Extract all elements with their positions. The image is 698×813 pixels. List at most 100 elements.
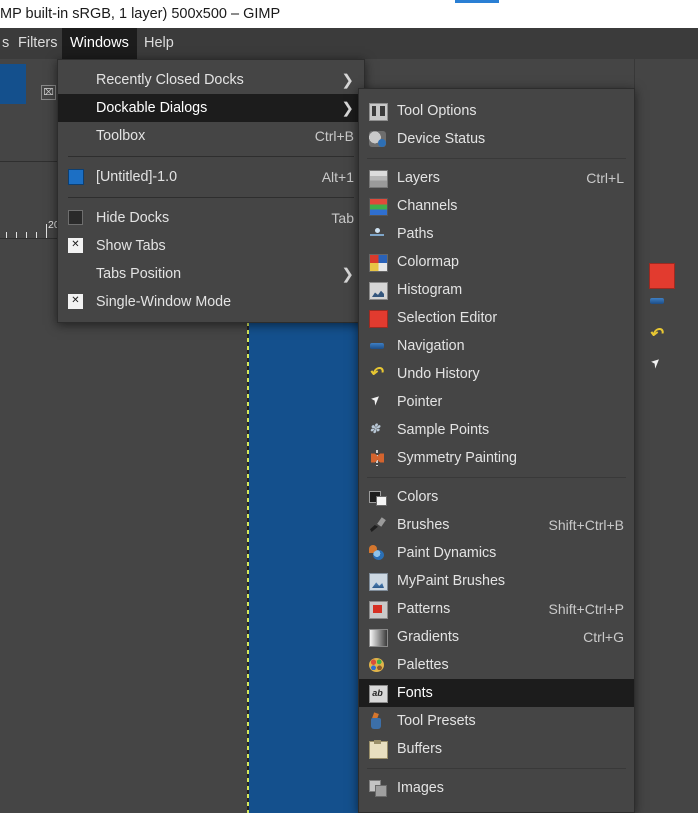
submenu-item-label: Undo History	[397, 366, 480, 382]
submenu-item-palettes[interactable]: Palettes	[359, 651, 634, 679]
submenu-item-patterns[interactable]: Patterns Shift+Ctrl+P	[359, 595, 634, 623]
undo-history-icon[interactable]	[649, 324, 675, 353]
menubar-item-filters[interactable]: Filters	[10, 28, 65, 59]
titlebar-accent-strip	[455, 0, 499, 3]
window-titlebar: MP built-in sRGB, 1 layer) 500x500 – GIM…	[0, 0, 698, 28]
submenu-item-label: Palettes	[397, 657, 449, 673]
menu-item-toolbox[interactable]: Toolbox Ctrl+B	[58, 122, 364, 150]
navigation-icon	[369, 338, 387, 354]
menu-item-label: Dockable Dialogs	[96, 100, 208, 116]
submenu-item-brushes[interactable]: Brushes Shift+Ctrl+B	[359, 511, 634, 539]
submenu-item-label: Images	[397, 780, 444, 796]
menu-item-label: Toolbox	[96, 128, 146, 144]
submenu-separator	[367, 477, 626, 478]
submenu-item-tool-presets[interactable]: Tool Presets	[359, 707, 634, 735]
submenu-item-device-status[interactable]: Device Status	[359, 125, 634, 153]
menu-item-shortcut: Alt+1	[321, 169, 354, 185]
buffers-icon	[369, 740, 388, 759]
menu-item-untitled-image[interactable]: [Untitled]-1.0 Alt+1	[58, 163, 364, 191]
submenu-item-label: Sample Points	[397, 422, 490, 438]
submenu-item-label: Buffers	[397, 741, 443, 757]
colormap-icon	[369, 254, 388, 272]
submenu-item-undo-history[interactable]: Undo History	[359, 360, 634, 388]
menubar-item-help[interactable]: Help	[136, 28, 182, 59]
submenu-item-layers[interactable]: Layers Ctrl+L	[359, 164, 634, 192]
submenu-item-label: Tool Options	[397, 103, 477, 119]
window-title: MP built-in sRGB, 1 layer) 500x500 – GIM…	[0, 6, 281, 22]
submenu-item-label: Selection Editor	[397, 310, 498, 326]
submenu-item-label: Tool Presets	[397, 713, 476, 729]
menu-separator	[68, 156, 354, 157]
tool-options-icon	[369, 103, 388, 121]
chevron-right-icon: ❯	[341, 71, 354, 89]
pointer-icon[interactable]	[649, 357, 675, 383]
paint-dynamics-icon	[369, 545, 387, 561]
chevron-right-icon: ❯	[341, 265, 354, 283]
menu-item-label: Hide Docks	[96, 210, 170, 226]
submenu-item-shortcut: Shift+Ctrl+B	[548, 517, 624, 533]
mypaint-brushes-icon	[369, 573, 388, 591]
menu-item-label: Single-Window Mode	[96, 294, 232, 310]
menubar-item-windows[interactable]: Windows	[62, 28, 137, 59]
submenu-separator	[367, 768, 626, 769]
submenu-item-channels[interactable]: Channels	[359, 192, 634, 220]
submenu-item-shortcut: Ctrl+L	[586, 170, 624, 186]
submenu-item-label: Fonts	[397, 685, 433, 701]
pointer-icon	[369, 394, 387, 410]
menu-item-dockable-dialogs[interactable]: Dockable Dialogs ❯	[58, 94, 364, 122]
submenu-item-images[interactable]: Images	[359, 774, 634, 802]
submenu-item-label: Device Status	[397, 131, 486, 147]
palettes-icon	[369, 657, 387, 673]
menu-item-tabs-position[interactable]: Tabs Position ❯	[58, 260, 364, 288]
submenu-item-paint-dynamics[interactable]: Paint Dynamics	[359, 539, 634, 567]
submenu-item-sample-points[interactable]: Sample Points	[359, 416, 634, 444]
submenu-item-tool-options[interactable]: Tool Options	[359, 97, 634, 125]
submenu-item-label: Symmetry Painting	[397, 450, 517, 466]
selection-editor-icon[interactable]	[649, 263, 675, 289]
menu-item-shortcut: Ctrl+B	[314, 128, 354, 144]
submenu-item-fonts[interactable]: Fonts	[359, 679, 634, 707]
submenu-item-gradients[interactable]: Gradients Ctrl+G	[359, 623, 634, 651]
navigation-icon[interactable]	[649, 293, 675, 319]
selection-editor-icon	[369, 310, 388, 328]
submenu-item-label: Gradients	[397, 629, 459, 645]
submenu-item-label: Channels	[397, 198, 458, 214]
menu-item-label: Recently Closed Docks	[96, 72, 244, 88]
submenu-item-navigation[interactable]: Navigation	[359, 332, 634, 360]
submenu-item-paths[interactable]: Paths	[359, 220, 634, 248]
submenu-item-label: MyPaint Brushes	[397, 573, 506, 589]
image-swatch-icon	[68, 169, 86, 185]
submenu-item-symmetry-painting[interactable]: Symmetry Painting	[359, 444, 634, 472]
submenu-item-buffers[interactable]: Buffers	[359, 735, 634, 763]
submenu-item-colors[interactable]: Colors	[359, 483, 634, 511]
menu-item-recently-closed-docks[interactable]: Recently Closed Docks ❯	[58, 66, 364, 94]
paths-icon	[369, 226, 387, 242]
gimp-application-window: MP built-in sRGB, 1 layer) 500x500 – GIM…	[0, 0, 698, 813]
image-thumbnail	[0, 64, 26, 104]
device-status-icon	[369, 131, 387, 147]
submenu-item-label: Patterns	[397, 601, 451, 617]
checkbox-on-icon[interactable]	[68, 293, 86, 310]
submenu-item-label: Histogram	[397, 282, 463, 298]
submenu-item-colormap[interactable]: Colormap	[359, 248, 634, 276]
checkbox-on-icon[interactable]	[68, 237, 86, 254]
menu-item-hide-docks[interactable]: Hide Docks Tab	[58, 204, 364, 232]
patterns-icon	[369, 601, 388, 619]
checkbox-off-icon[interactable]	[68, 210, 86, 226]
submenu-item-pointer[interactable]: Pointer	[359, 388, 634, 416]
colors-icon	[369, 489, 387, 506]
menu-item-show-tabs[interactable]: Show Tabs	[58, 232, 364, 260]
submenu-item-selection-editor[interactable]: Selection Editor	[359, 304, 634, 332]
menu-item-shortcut: Tab	[331, 210, 354, 226]
symmetry-painting-icon	[369, 450, 387, 466]
submenu-item-label: Colormap	[397, 254, 459, 270]
submenu-item-label: Paint Dynamics	[397, 545, 497, 561]
submenu-item-mypaint-brushes[interactable]: MyPaint Brushes	[359, 567, 634, 595]
submenu-item-shortcut: Shift+Ctrl+P	[548, 601, 624, 617]
undo-history-icon	[369, 363, 387, 383]
menubar: s Filters Windows Help	[0, 28, 698, 60]
menu-item-single-window-mode[interactable]: Single-Window Mode	[58, 288, 364, 316]
menu-separator	[68, 197, 354, 198]
submenu-item-histogram[interactable]: Histogram	[359, 276, 634, 304]
close-icon[interactable]: ⌧	[41, 85, 56, 100]
